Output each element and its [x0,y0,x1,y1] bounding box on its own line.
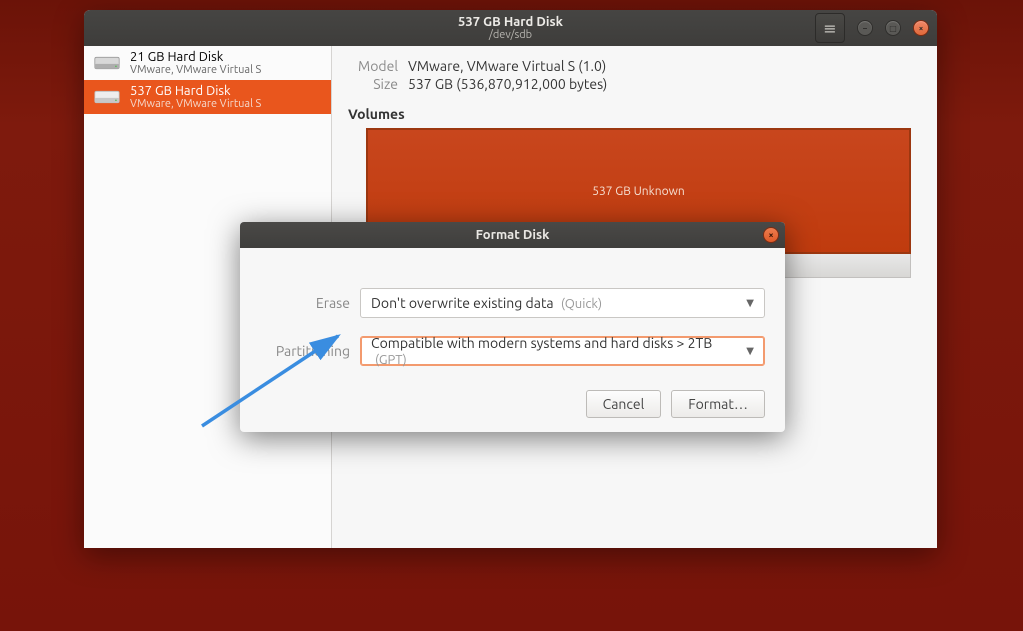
sidebar-item-disk-1[interactable]: 537 GB Hard Disk VMware, VMware Virtual … [84,80,331,114]
close-icon: × [919,24,924,33]
format-button[interactable]: Format… [671,390,765,418]
format-disk-dialog: Format Disk × Erase Don't overwrite exis… [240,222,785,432]
erase-suffix: (Quick) [561,297,602,311]
minimize-icon: – [863,24,867,33]
erase-select[interactable]: Don't overwrite existing data (Quick) ▼ [360,288,765,318]
size-label: Size [348,76,398,92]
volume-block-text: 537 GB Unknown [592,185,685,198]
sidebar-item-disk-0[interactable]: 21 GB Hard Disk VMware, VMware Virtual S [84,46,331,80]
dialog-title-text: Format Disk [476,228,550,242]
cancel-button[interactable]: Cancel [586,390,662,418]
hard-disk-icon [94,53,120,73]
disk-title: 21 GB Hard Disk [130,50,261,64]
volumes-heading: Volumes [348,106,921,122]
dialog-close-button[interactable]: × [763,227,779,243]
erase-value: Don't overwrite existing data [371,295,554,311]
partitioning-value: Compatible with modern systems and hard … [371,335,712,351]
close-button[interactable]: × [913,20,929,36]
partitioning-label: Partitioning [260,343,350,359]
chevron-down-icon: ▼ [746,345,754,357]
model-label: Model [348,58,398,74]
disk-title: 537 GB Hard Disk [130,84,261,98]
minimize-button[interactable]: – [857,20,873,36]
size-value: 537 GB (536,870,912,000 bytes) [408,76,607,92]
menu-button[interactable]: ≡ [815,13,845,43]
erase-label: Erase [260,295,350,311]
disk-subtitle: VMware, VMware Virtual S [130,98,261,110]
maximize-button[interactable]: □ [885,20,901,36]
dialog-titlebar: Format Disk × [240,222,785,248]
partitioning-select[interactable]: Compatible with modern systems and hard … [360,336,765,366]
titlebar: 537 GB Hard Disk /dev/sdb ≡ – □ × [84,10,937,46]
hard-disk-icon [94,87,120,107]
title-text: 537 GB Hard Disk [84,15,937,29]
model-value: VMware, VMware Virtual S (1.0) [408,58,606,74]
window-title: 537 GB Hard Disk /dev/sdb [84,15,937,41]
hamburger-icon: ≡ [823,21,837,35]
chevron-down-icon: ▼ [746,297,754,309]
title-subtext: /dev/sdb [84,29,937,41]
partitioning-suffix: (GPT) [375,353,407,367]
close-icon: × [768,230,773,240]
maximize-icon: □ [889,24,897,33]
disk-subtitle: VMware, VMware Virtual S [130,64,261,76]
